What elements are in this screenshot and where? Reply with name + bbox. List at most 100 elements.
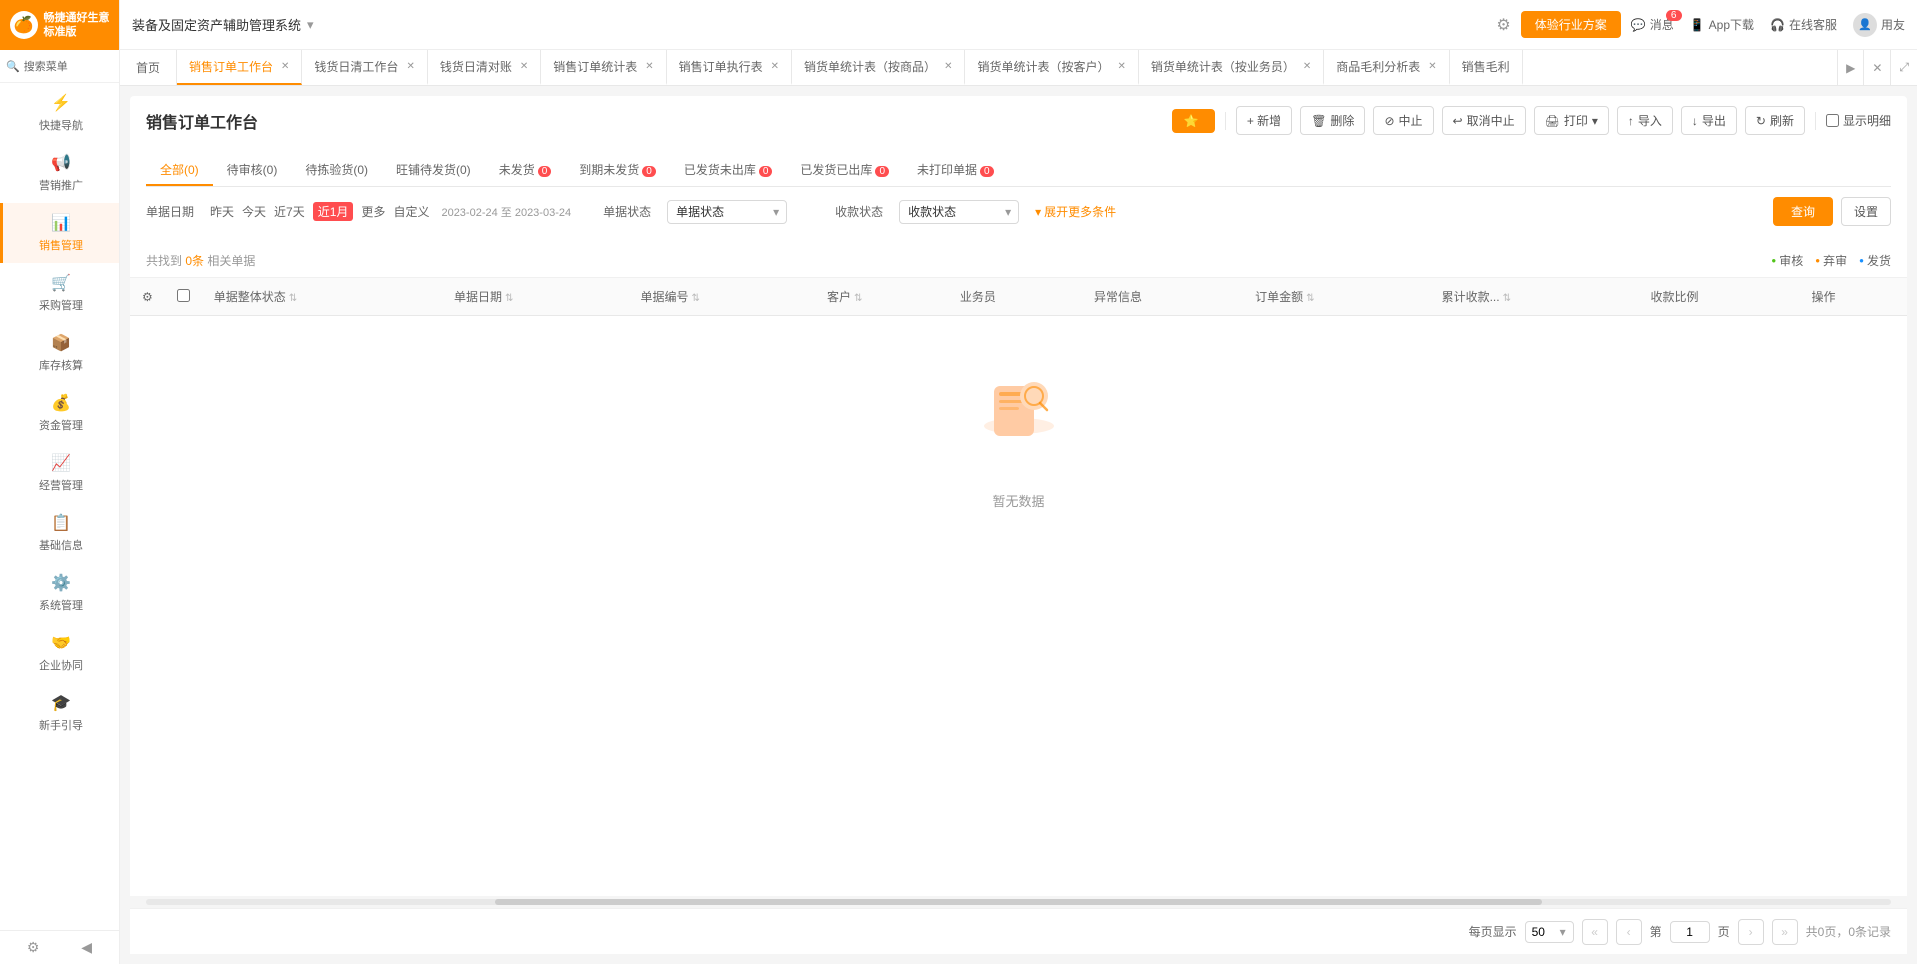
page-input[interactable] bbox=[1670, 921, 1710, 943]
smart-generate-btn[interactable]: ⭐ bbox=[1172, 109, 1215, 133]
filter-tab-shipped-out[interactable]: 已发货已出库0 bbox=[786, 155, 903, 186]
filter-tab-shipped-not-out[interactable]: 已发货未出库0 bbox=[670, 155, 787, 186]
settings-bottom-icon[interactable]: ⚙ bbox=[27, 939, 40, 956]
export-btn[interactable]: ↓ 导出 bbox=[1681, 106, 1737, 135]
prev-page-btn[interactable]: ‹ bbox=[1616, 919, 1642, 945]
sidebar-item-operations[interactable]: 📈 经营管理 bbox=[0, 443, 119, 503]
tab-close-all-btn[interactable]: ✕ bbox=[1863, 50, 1890, 86]
topbar-gear-icon[interactable]: ⚙ bbox=[1496, 15, 1510, 35]
filter-tab-pending-review[interactable]: 待审核(0) bbox=[213, 155, 292, 186]
app-download-btn[interactable]: 📱 App下载 bbox=[1690, 16, 1754, 33]
sidebar-item-collab[interactable]: 🤝 企业协同 bbox=[0, 623, 119, 683]
filter-tab-overdue[interactable]: 到期未发货0 bbox=[565, 155, 670, 186]
tab-close-sales-exec[interactable]: ✕ bbox=[771, 61, 779, 72]
date-1month[interactable]: 近1月 bbox=[313, 202, 354, 221]
operations-icon: 📈 bbox=[51, 453, 71, 473]
search-menu[interactable]: 🔍 搜索菜单 bbox=[0, 50, 119, 83]
quick-ship-btn[interactable]: 发货 bbox=[1859, 252, 1891, 269]
scrollbar-thumb[interactable] bbox=[495, 899, 1542, 905]
sidebar-item-system[interactable]: ⚙️ 系统管理 bbox=[0, 563, 119, 623]
industry-btn[interactable]: 体验行业方案 bbox=[1521, 11, 1621, 38]
expand-more-btn[interactable]: ▾ 展开更多条件 bbox=[1035, 203, 1116, 220]
tab-sales-by-staff[interactable]: 销货单统计表（按业务员） ✕ bbox=[1139, 50, 1324, 85]
tab-sales-exec[interactable]: 销售订单执行表 ✕ bbox=[667, 50, 792, 85]
add-btn[interactable]: + 新增 bbox=[1236, 106, 1292, 135]
col-checkbox[interactable] bbox=[165, 278, 202, 316]
sort-icon-status[interactable]: ⇅ bbox=[289, 293, 297, 304]
last-page-btn[interactable]: » bbox=[1772, 919, 1798, 945]
cancel-abort-btn[interactable]: ↩ 取消中止 bbox=[1442, 106, 1526, 135]
sidebar-item-marketing[interactable]: 📢 营销推广 bbox=[0, 143, 119, 203]
sidebar-item-guide[interactable]: 🎓 新手引导 bbox=[0, 683, 119, 743]
import-btn[interactable]: ↑ 导入 bbox=[1617, 106, 1673, 135]
refresh-btn[interactable]: ↻ 刷新 bbox=[1745, 106, 1805, 135]
filter-tab-all[interactable]: 全部(0) bbox=[146, 155, 213, 186]
empty-state: 暂无数据 bbox=[130, 316, 1907, 550]
tab-close-sales-stats[interactable]: ✕ bbox=[645, 61, 653, 72]
online-service-btn[interactable]: 🎧 在线客服 bbox=[1770, 16, 1837, 33]
sidebar-item-purchase[interactable]: 🛒 采购管理 bbox=[0, 263, 119, 323]
tab-cash-daily[interactable]: 钱货日清工作台 ✕ bbox=[302, 50, 427, 85]
quick-audit-btn[interactable]: 审核 bbox=[1771, 252, 1803, 269]
print-dropdown-icon: ▾ bbox=[1592, 114, 1598, 128]
tab-close-by-staff[interactable]: ✕ bbox=[1303, 61, 1311, 72]
sidebar-item-finance[interactable]: 💰 资金管理 bbox=[0, 383, 119, 443]
col-settings[interactable]: ⚙ bbox=[130, 278, 165, 316]
sidebar-item-sales[interactable]: 📊 销售管理 bbox=[0, 203, 119, 263]
tab-close-cash-daily[interactable]: ✕ bbox=[406, 61, 414, 72]
tab-sales-by-customer[interactable]: 销货单统计表（按客户） ✕ bbox=[965, 50, 1138, 85]
filter-tab-pending-inspect[interactable]: 待拣验货(0) bbox=[291, 155, 382, 186]
date-more[interactable]: 更多 bbox=[361, 203, 385, 220]
show-detail-toggle[interactable]: 显示明细 bbox=[1826, 112, 1891, 129]
tab-sales-profit[interactable]: 销售毛利 bbox=[1450, 50, 1523, 85]
total-records-text: 共0页，0条记录 bbox=[1806, 923, 1891, 940]
settings-btn[interactable]: 设置 bbox=[1841, 197, 1891, 226]
status-select[interactable]: 单据状态 bbox=[667, 200, 787, 224]
filter-tab-wangpu[interactable]: 旺铺待发货(0) bbox=[382, 155, 485, 186]
quick-cancel-audit-btn[interactable]: 弃审 bbox=[1815, 252, 1847, 269]
collapse-icon[interactable]: ◀ bbox=[81, 939, 92, 956]
print-btn[interactable]: 🖨 打印 ▾ bbox=[1534, 106, 1609, 135]
tab-fullscreen-btn[interactable]: ⤢ bbox=[1890, 50, 1917, 86]
first-page-btn[interactable]: « bbox=[1582, 919, 1608, 945]
search-btn[interactable]: 查询 bbox=[1773, 197, 1833, 226]
sort-icon-date[interactable]: ⇅ bbox=[505, 293, 513, 304]
filter-tab-not-printed[interactable]: 未打印单据0 bbox=[903, 155, 1008, 186]
tab-close-by-product[interactable]: ✕ bbox=[944, 61, 952, 72]
next-page-btn[interactable]: › bbox=[1738, 919, 1764, 945]
date-yesterday[interactable]: 昨天 bbox=[210, 203, 234, 220]
show-detail-checkbox[interactable] bbox=[1826, 114, 1839, 127]
tab-close-by-customer[interactable]: ✕ bbox=[1117, 61, 1125, 72]
tab-close-gross-profit[interactable]: ✕ bbox=[1428, 61, 1436, 72]
date-custom[interactable]: 自定义 bbox=[393, 203, 429, 220]
tab-sales-stats[interactable]: 销售订单统计表 ✕ bbox=[541, 50, 666, 85]
star-icon: ⭐ bbox=[1184, 114, 1199, 128]
tab-close-sales-workbench[interactable]: ✕ bbox=[281, 61, 289, 72]
sort-icon-collected[interactable]: ⇅ bbox=[1503, 293, 1511, 304]
tab-scroll-right-btn[interactable]: ▶ bbox=[1837, 50, 1863, 86]
tab-close-cash-reconcile[interactable]: ✕ bbox=[520, 61, 528, 72]
tab-gross-profit[interactable]: 商品毛利分析表 ✕ bbox=[1324, 50, 1449, 85]
message-btn[interactable]: 💬 消息 6 bbox=[1631, 16, 1674, 33]
user-menu[interactable]: 👤 用友 bbox=[1853, 13, 1905, 37]
sort-icon-amount[interactable]: ⇅ bbox=[1306, 293, 1314, 304]
sidebar-item-inventory[interactable]: 📦 库存核算 bbox=[0, 323, 119, 383]
filter-tab-not-shipped[interactable]: 未发货0 bbox=[485, 155, 566, 186]
select-all-checkbox[interactable] bbox=[177, 289, 190, 302]
sort-icon-customer[interactable]: ⇅ bbox=[854, 293, 862, 304]
message-icon: 💬 bbox=[1631, 18, 1646, 32]
horizontal-scrollbar[interactable] bbox=[130, 896, 1907, 908]
delete-btn[interactable]: 🗑 删除 bbox=[1300, 106, 1365, 135]
date-today[interactable]: 今天 bbox=[242, 203, 266, 220]
date-7days[interactable]: 近7天 bbox=[274, 203, 305, 220]
sidebar-item-quick-nav[interactable]: ⚡ 快捷导航 bbox=[0, 83, 119, 143]
payment-select[interactable]: 收款状态 bbox=[899, 200, 1019, 224]
tab-cash-reconcile[interactable]: 钱货日清对账 ✕ bbox=[428, 50, 541, 85]
tab-sales-workbench[interactable]: 销售订单工作台 ✕ bbox=[177, 50, 302, 85]
abort-btn[interactable]: ⊘ 中止 bbox=[1373, 106, 1433, 135]
sidebar-item-basic[interactable]: 📋 基础信息 bbox=[0, 503, 119, 563]
tab-sales-by-product[interactable]: 销货单统计表（按商品） ✕ bbox=[792, 50, 965, 85]
sort-icon-number[interactable]: ⇅ bbox=[691, 293, 699, 304]
tab-home[interactable]: 首页 bbox=[120, 50, 177, 85]
page-size-select[interactable]: 10 20 50 100 bbox=[1525, 921, 1574, 943]
